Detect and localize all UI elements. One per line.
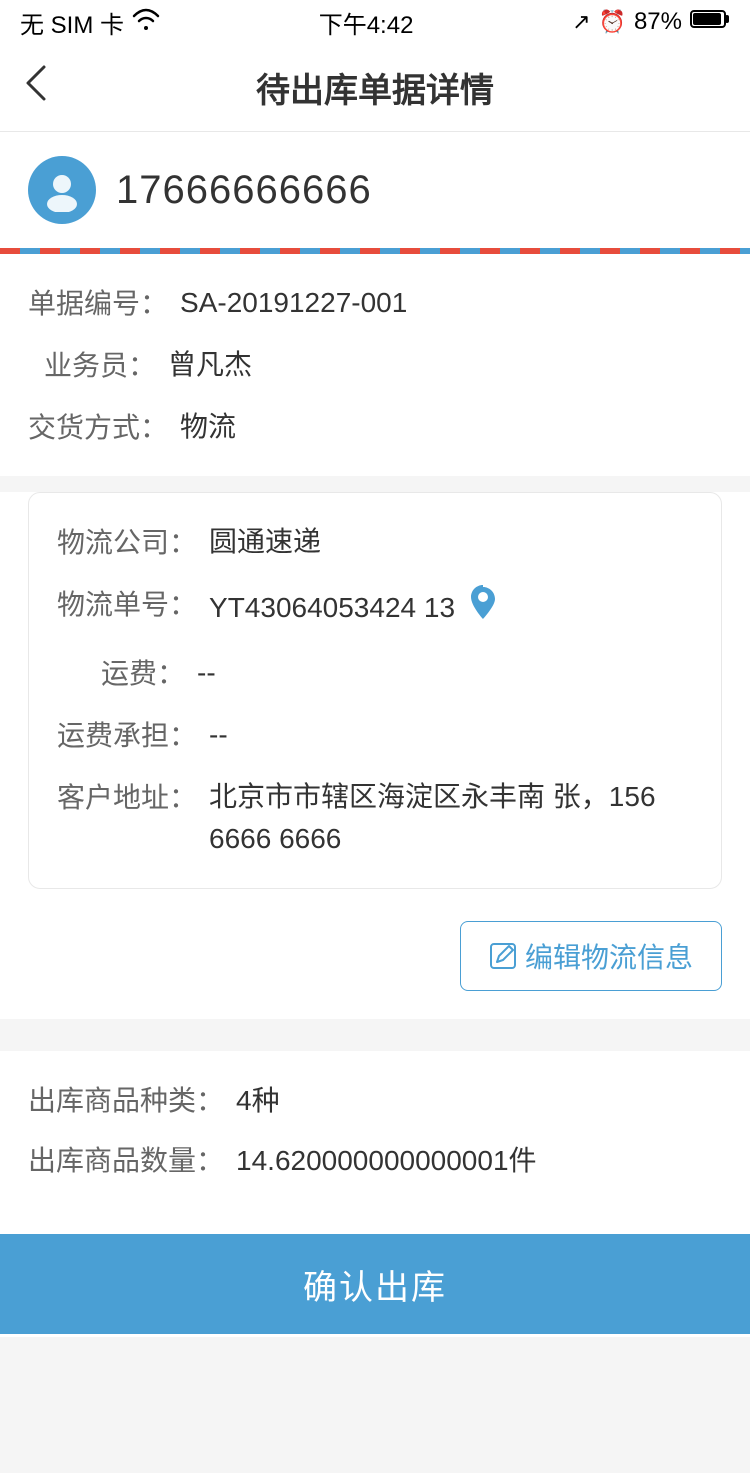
tracking-no-row: 物流单号： YT43064053424 13 <box>57 583 693 632</box>
logistics-card: 物流公司： 圆通速递 物流单号： YT43064053424 13 运费： <box>28 492 722 889</box>
status-bar: 无 SIM 卡 下午4:42 ↗ ⏰ 87% <box>0 0 750 44</box>
goods-section: 出库商品种类： 4种 出库商品数量： 14.620000000000001件 <box>0 1051 750 1207</box>
document-no-row: 单据编号： SA-20191227-001 <box>28 282 722 324</box>
tracking-location-icon[interactable] <box>467 583 499 632</box>
address-label: 客户地址： <box>57 776 209 816</box>
confirm-btn-text: 确认出库 <box>303 1260 447 1309</box>
back-button[interactable] <box>24 63 48 112</box>
nav-bar: 待出库单据详情 <box>0 44 750 132</box>
battery-text: 87% <box>634 8 682 36</box>
delivery-method-label: 交货方式： <box>28 406 180 446</box>
goods-quantity-row: 出库商品数量： 14.620000000000001件 <box>28 1139 722 1179</box>
status-right: ↗ ⏰ 87% <box>572 8 730 37</box>
freight-label: 运费： <box>57 652 197 692</box>
user-header: 17666666666 <box>0 132 750 248</box>
address-row: 客户地址： 北京市市辖区海淀区永丰南 张，156 6666 6666 <box>57 776 693 860</box>
alarm-icon: ⏰ <box>599 9 626 35</box>
document-no-label: 单据编号： <box>28 282 180 322</box>
status-left: 无 SIM 卡 <box>20 5 160 40</box>
goods-type-row: 出库商品种类： 4种 <box>28 1079 722 1119</box>
page-title: 待出库单据详情 <box>256 63 494 112</box>
address-value: 北京市市辖区海淀区永丰南 张，156 6666 6666 <box>209 776 693 860</box>
freight-bearer-label: 运费承担： <box>57 714 209 754</box>
goods-type-value: 4种 <box>236 1079 722 1119</box>
logistics-company-value: 圆通速递 <box>209 521 693 563</box>
goods-type-label: 出库商品种类： <box>28 1079 236 1119</box>
goods-quantity-value: 14.620000000000001件 <box>236 1139 722 1179</box>
tracking-no-value: YT43064053424 13 <box>209 583 693 632</box>
carrier-text: 无 SIM 卡 <box>20 5 124 40</box>
user-phone: 17666666666 <box>116 168 372 213</box>
edit-btn-row: 编辑物流信息 <box>0 905 750 1019</box>
salesperson-label: 业务员： <box>28 344 168 384</box>
separator <box>0 1035 750 1051</box>
goods-quantity-label: 出库商品数量： <box>28 1139 236 1179</box>
tracking-no-label: 物流单号： <box>57 583 209 623</box>
logistics-company-label: 物流公司： <box>57 521 209 561</box>
order-info-section: 单据编号： SA-20191227-001 业务员： 曾凡杰 交货方式： 物流 <box>0 254 750 476</box>
avatar <box>28 156 96 224</box>
freight-value: -- <box>197 652 693 694</box>
confirm-button[interactable]: 确认出库 <box>0 1234 750 1334</box>
edit-logistics-button[interactable]: 编辑物流信息 <box>460 921 722 991</box>
freight-row: 运费： -- <box>57 652 693 694</box>
freight-bearer-row: 运费承担： -- <box>57 714 693 756</box>
freight-bearer-value: -- <box>209 714 693 756</box>
salesperson-value: 曾凡杰 <box>168 344 722 386</box>
delivery-method-value: 物流 <box>180 406 722 448</box>
logistics-wrapper: 物流公司： 圆通速递 物流单号： YT43064053424 13 运费： <box>0 492 750 1019</box>
wifi-icon <box>132 8 160 37</box>
logistics-company-row: 物流公司： 圆通速递 <box>57 521 693 563</box>
status-time: 下午4:42 <box>319 5 414 40</box>
delivery-method-row: 交货方式： 物流 <box>28 406 722 448</box>
document-no-value: SA-20191227-001 <box>180 282 722 324</box>
salesperson-row: 业务员： 曾凡杰 <box>28 344 722 386</box>
location-status-icon: ↗ <box>572 9 590 35</box>
battery-icon <box>690 8 730 37</box>
